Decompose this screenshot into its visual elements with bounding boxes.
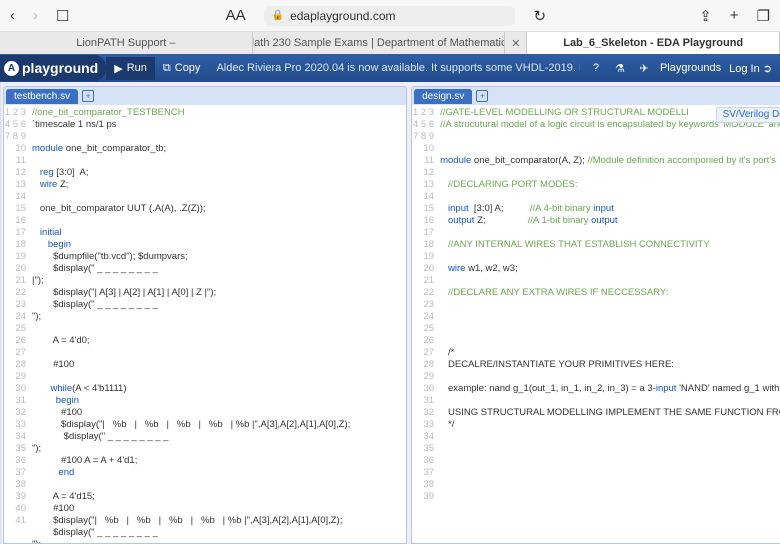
toolbar-message: Aldec Riviera Pro 2020.04 is now availab… — [208, 62, 580, 74]
login-button[interactable]: Log In ➲ — [729, 62, 772, 75]
share-icon[interactable]: ⇪ — [699, 7, 712, 25]
tabs-icon[interactable]: ❐ — [757, 7, 770, 25]
editor-right[interactable]: 1 2 3 4 5 6 7 8 9 10 11 12 13 14 15 16 1… — [412, 105, 780, 543]
editor-left[interactable]: 1 2 3 4 5 6 7 8 9 10 11 12 13 14 15 16 1… — [4, 105, 406, 543]
reload-icon[interactable]: ↻ — [533, 7, 546, 25]
tab-strip: LionPATH Support – Math 230 Sample Exams… — [0, 32, 780, 54]
logo-icon: A — [4, 61, 19, 76]
back-icon[interactable]: ‹ — [10, 7, 15, 24]
playgrounds-link[interactable]: Playgrounds — [660, 62, 721, 74]
add-tab-right[interactable]: + — [476, 90, 488, 102]
lock-icon: 🔒 — [272, 10, 284, 21]
url-host: edaplayground.com — [290, 9, 395, 23]
tab-lionpath[interactable]: LionPATH Support – — [0, 32, 253, 54]
browser-bar: ‹ › ☐ AA 🔒 edaplayground.com ↻ ⇪ + ❐ — [0, 0, 780, 32]
book-icon[interactable]: ☐ — [56, 7, 72, 25]
left-pane: testbench.sv + 1 2 3 4 5 6 7 8 9 10 11 1… — [3, 86, 407, 544]
tab-edaplayground[interactable]: Lab_6_Skeleton - EDA Playground — [527, 32, 780, 54]
right-pane: design.sv + 1 2 3 4 5 6 7 8 9 10 11 12 1… — [411, 86, 780, 544]
run-button[interactable]: ▶Run — [106, 57, 155, 80]
text-size-icon[interactable]: AA — [226, 7, 246, 24]
plane-icon[interactable]: ✈ — [636, 60, 652, 76]
add-tab-left[interactable]: + — [82, 90, 94, 102]
play-icon: ▶ — [114, 62, 122, 75]
flask-icon[interactable]: ⚗ — [612, 60, 628, 76]
forward-icon[interactable]: › — [33, 7, 38, 24]
logo[interactable]: A playground — [0, 55, 106, 81]
url-bar[interactable]: 🔒 edaplayground.com — [264, 6, 516, 26]
tab-close-icon[interactable]: ✕ — [505, 32, 527, 54]
new-tab-icon[interactable]: + — [730, 7, 739, 24]
help-icon[interactable]: ? — [588, 60, 604, 76]
copy-button[interactable]: ⧉Copy — [155, 57, 209, 80]
tab-design[interactable]: design.sv — [414, 89, 472, 104]
copy-icon: ⧉ — [163, 62, 171, 75]
tab-math230[interactable]: Math 230 Sample Exams | Department of Ma… — [253, 32, 506, 54]
editor-panes: testbench.sv + 1 2 3 4 5 6 7 8 9 10 11 1… — [1, 82, 780, 544]
design-badge: SV/Verilog Design — [716, 107, 780, 123]
app-toolbar: A playground ▶Run ⧉Copy Aldec Riviera Pr… — [0, 54, 780, 82]
tab-testbench[interactable]: testbench.sv — [6, 89, 78, 104]
